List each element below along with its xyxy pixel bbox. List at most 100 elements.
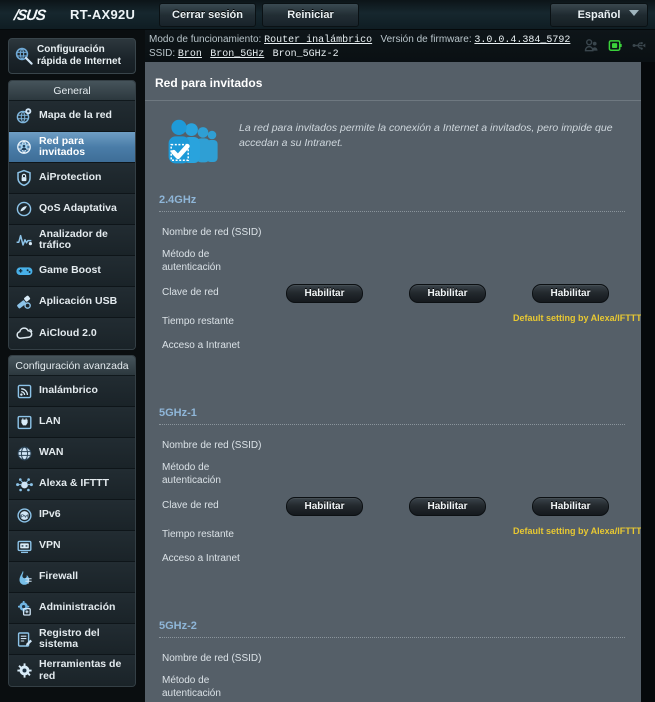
ssid-value-3[interactable]: Bron_5GHz-2	[273, 49, 339, 60]
firmware-version-label: Versión de firmware:	[380, 34, 472, 45]
logout-button[interactable]: Cerrar sesión	[159, 3, 256, 27]
main-content-panel: Red para invitados La red para invitados…	[145, 62, 642, 702]
administration-gear-icon	[9, 600, 39, 617]
field-label-time-5ghz-1: Tiempo restante	[162, 529, 234, 540]
sidebar-item-label-game-boost: Game Boost	[39, 264, 101, 277]
cloud-icon	[9, 325, 39, 343]
enable-button-5ghz-1-slot2[interactable]: Habilitar	[409, 497, 486, 516]
sidebar-item-aiprotection[interactable]: AiProtection	[9, 163, 135, 194]
enable-button-24ghz-slot2[interactable]: Habilitar	[409, 284, 486, 303]
sidebar-item-network-map[interactable]: Mapa de la red	[9, 101, 135, 132]
field-label-ssid-24ghz: Nombre de red (SSID)	[162, 227, 262, 238]
band-section-24ghz: 2.4GHz Nombre de red (SSID) Método de au…	[145, 194, 642, 364]
sidebar-item-firewall[interactable]: Firewall	[9, 562, 135, 593]
quick-internet-setup-icon	[14, 46, 34, 66]
field-label-ssid-5ghz-2: Nombre de red (SSID)	[162, 653, 262, 664]
field-label-intranet-5ghz-1: Acceso a Intranet	[162, 553, 240, 564]
sidebar-item-traffic-analyzer[interactable]: Analizador de tráfico	[9, 225, 135, 256]
field-label-auth-5ghz-2: Método de autenticación	[162, 675, 221, 699]
sidebar-item-label-ipv6: IPv6	[39, 508, 61, 521]
sidebar-item-wan[interactable]: WAN	[9, 438, 135, 469]
sidebar-item-label-network-map: Mapa de la red	[39, 109, 112, 122]
sidebar-item-aicloud[interactable]: AiCloud 2.0	[9, 318, 135, 349]
description-text: La red para invitados permite la conexió…	[239, 122, 613, 149]
shield-lock-icon	[9, 169, 39, 187]
sidebar-item-usb-application[interactable]: Aplicación USB	[9, 287, 135, 318]
enable-button-24ghz-slot1[interactable]: Habilitar	[286, 284, 363, 303]
sidebar-item-guest-network[interactable]: Red para invitados	[9, 132, 135, 163]
sidebar-item-lan[interactable]: LAN	[9, 407, 135, 438]
gauge-icon	[9, 200, 39, 218]
panel-right-edge	[641, 62, 655, 702]
sidebar-item-ipv6[interactable]: IPv6 IPv6	[9, 500, 135, 531]
firewall-flame-icon	[9, 569, 39, 586]
status-icon-group	[584, 38, 647, 53]
enable-button-24ghz-slot3[interactable]: Habilitar	[532, 284, 609, 303]
operation-mode-label: Modo de funcionamiento:	[149, 34, 262, 45]
chevron-down-icon	[629, 10, 639, 16]
sidebar-item-label-adaptive-qos: QoS Adaptativa	[39, 202, 117, 215]
ssid-label: SSID:	[149, 48, 176, 59]
title-divider	[145, 100, 641, 101]
usb-device-green-icon[interactable]	[608, 38, 623, 53]
field-label-intranet-24ghz: Acceso a Intranet	[162, 340, 240, 351]
network-map-icon	[9, 107, 39, 125]
globe-icon	[9, 445, 39, 462]
sidebar-group-general: General Mapa de la red Red para invitado…	[8, 80, 136, 350]
firmware-version-value[interactable]: 3.0.0.4.384_5792	[474, 35, 570, 46]
usb-application-icon	[9, 293, 39, 311]
sidebar-item-vpn[interactable]: VPN	[9, 531, 135, 562]
field-label-auth-24ghz: Método de autenticación	[162, 249, 221, 273]
field-label-key-24ghz: Clave de red	[162, 287, 219, 298]
sidebar-item-quick-internet-setup[interactable]: Configuración rápida de Internet	[8, 38, 136, 74]
sidebar-item-label-guest-network: Red para invitados	[39, 134, 86, 158]
svg-text:IPv6: IPv6	[19, 513, 29, 518]
reboot-button[interactable]: Reiniciar	[262, 3, 359, 27]
lan-port-icon	[9, 414, 39, 431]
usb-icon[interactable]	[632, 38, 647, 53]
sidebar-item-administration[interactable]: Administración	[9, 593, 135, 624]
enable-button-5ghz-1-slot1[interactable]: Habilitar	[286, 497, 363, 516]
band-divider-5ghz-1	[159, 424, 625, 425]
sidebar-item-wireless[interactable]: Inalámbrico	[9, 376, 135, 407]
vpn-icon	[9, 538, 39, 555]
sidebar-item-label-quick-internet-setup: Configuración rápida de Internet	[37, 44, 121, 67]
band-divider-5ghz-2	[159, 637, 625, 638]
traffic-analyzer-icon	[9, 231, 39, 249]
ssid-value-1[interactable]: Bron	[178, 49, 202, 60]
sidebar-item-label-administration: Administración	[39, 601, 116, 614]
sidebar-item-system-log[interactable]: Registro del sistema	[9, 624, 135, 655]
band-section-5ghz-2: 5GHz-2 Nombre de red (SSID) Método de au…	[145, 620, 641, 702]
gamepad-icon	[9, 262, 39, 280]
page-title: Red para invitados	[155, 76, 263, 90]
sidebar-item-label-vpn: VPN	[39, 539, 61, 552]
asus-logo: /SUS	[12, 7, 47, 24]
sidebar-item-label-traffic-analyzer: Analizador de tráfico	[39, 227, 108, 251]
sidebar-item-game-boost[interactable]: Game Boost	[9, 256, 135, 287]
band-title-5ghz-1: 5GHz-1	[159, 407, 197, 419]
field-label-key-5ghz-1: Clave de red	[162, 500, 219, 511]
ipv6-icon: IPv6	[9, 507, 39, 524]
sidebar-item-network-tools[interactable]: Herramientas de red	[9, 655, 135, 686]
ssid-value-2[interactable]: Bron_5GHz	[210, 49, 264, 60]
band-divider-24ghz	[159, 211, 625, 212]
system-log-icon	[9, 631, 39, 648]
band-title-24ghz: 2.4GHz	[159, 194, 197, 206]
sidebar-group-title-advanced: Configuración avanzada	[9, 356, 135, 376]
network-tools-icon	[9, 662, 39, 679]
field-label-time-24ghz: Tiempo restante	[162, 316, 234, 327]
sidebar-item-label-wan: WAN	[39, 446, 64, 459]
alexa-ifttt-icon	[9, 476, 39, 493]
sidebar-item-label-usb-application: Aplicación USB	[39, 295, 118, 308]
description-block: La red para invitados permite la conexió…	[157, 112, 627, 174]
operation-mode-value[interactable]: Router inalámbrico	[264, 35, 372, 46]
guest-users-check-icon	[157, 112, 239, 174]
clients-icon[interactable]	[584, 38, 599, 53]
sidebar-item-adaptive-qos[interactable]: QoS Adaptativa	[9, 194, 135, 225]
sidebar-item-alexa-ifttt[interactable]: Alexa & IFTTT	[9, 469, 135, 500]
wifi-icon	[9, 383, 39, 400]
field-label-ssid-5ghz-1: Nombre de red (SSID)	[162, 440, 262, 451]
enable-button-5ghz-1-slot3[interactable]: Habilitar	[532, 497, 609, 516]
sidebar-group-title-general: General	[9, 81, 135, 101]
band-title-5ghz-2: 5GHz-2	[159, 620, 197, 632]
